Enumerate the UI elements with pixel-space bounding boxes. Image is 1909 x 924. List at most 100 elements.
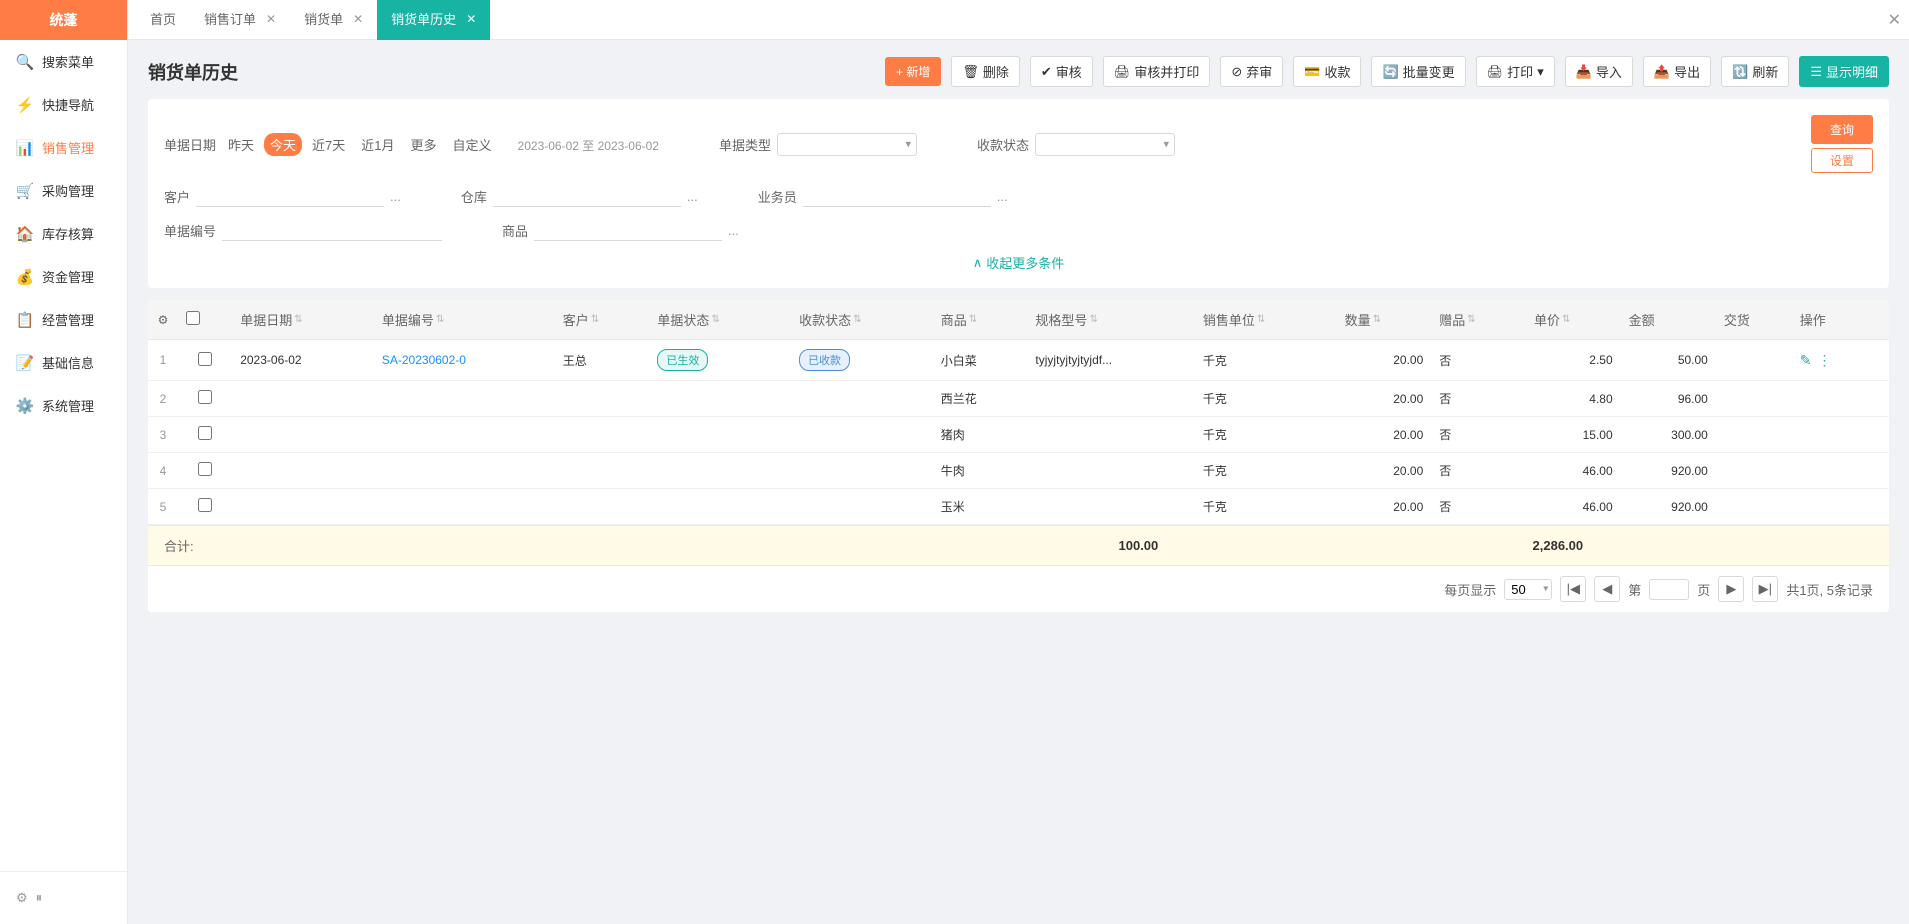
abandon-button[interactable]: ⊘ 弃审 [1220,56,1283,87]
sidebar-item-inventory[interactable]: 🏠 库存核算 [0,212,127,255]
sort-unit-price[interactable]: 单价⇅ [1534,310,1570,329]
cell-unit: 千克 [1195,489,1337,525]
customer-input[interactable] [196,185,384,207]
tab-home[interactable]: 首页 [136,0,190,40]
tab-sales-history-close[interactable]: ✕ [466,12,476,26]
doc-type-select[interactable] [777,133,917,156]
row-checkbox[interactable] [198,498,212,512]
tab-sales-goods[interactable]: 销货单 ✕ [290,0,377,40]
page-next-button[interactable]: ▶ [1718,576,1744,602]
print-button[interactable]: 🖨 打印 ▾ [1476,56,1555,87]
salesperson-select-icon[interactable]: ... [997,189,1008,204]
cell-doc-no[interactable] [374,381,555,417]
more-action-icon[interactable]: ⋮ [1818,352,1832,368]
warehouse-input[interactable] [493,185,681,207]
page-prev-button[interactable]: ◀ [1594,576,1620,602]
sidebar-item-ops[interactable]: 📋 经营管理 [0,298,127,341]
select-all-checkbox[interactable] [186,311,200,325]
sort-gift[interactable]: 赠品⇅ [1439,310,1475,329]
collect-status-badge: 已收款 [799,349,850,371]
row-checkbox[interactable] [178,489,232,525]
doc-no-input[interactable] [222,219,442,241]
sort-doc-no[interactable]: 单据编号⇅ [382,310,444,329]
import-button[interactable]: 📥 导入 [1565,56,1633,87]
show-detail-button[interactable]: ☰ 显示明细 [1799,56,1889,87]
batch-change-button[interactable]: 🔄 批量变更 [1371,56,1465,87]
row-checkbox[interactable] [198,462,212,476]
date-btn-today[interactable]: 今天 [264,133,302,156]
col-gear[interactable]: ⚙ [148,300,178,340]
page-first-button[interactable]: |◀ [1560,576,1586,602]
quick-nav-icon: ⚡ [16,96,34,114]
collect-button[interactable]: 💳 收款 [1293,56,1361,87]
row-checkbox[interactable] [198,352,212,366]
date-btn-custom[interactable]: 自定义 [447,133,498,156]
sidebar-item-sys-mgmt[interactable]: ⚙️ 系统管理 [0,384,127,427]
refresh-icon: 🔃 [1732,64,1748,80]
sort-qty[interactable]: 数量⇅ [1345,310,1381,329]
sidebar-item-search-menu[interactable]: 🔍 搜索菜单 [0,40,127,83]
tab-sales-order-close[interactable]: ✕ [266,12,276,26]
sidebar-item-quick-nav[interactable]: ⚡ 快捷导航 [0,83,127,126]
refresh-button[interactable]: 🔃 刷新 [1721,56,1789,87]
page-last-button[interactable]: ▶| [1752,576,1778,602]
salesperson-input[interactable] [803,185,991,207]
sort-unit[interactable]: 销售单位⇅ [1203,310,1265,329]
page-number-input[interactable]: 1 [1649,579,1689,600]
date-btn-1month[interactable]: 近1月 [355,133,400,156]
audit-button[interactable]: ✔ 审核 [1030,56,1093,87]
tab-sales-order[interactable]: 销售订单 ✕ [190,0,290,40]
col-goods-label: 商品 [941,310,967,329]
sort-doc-date[interactable]: 单据日期⇅ [240,310,302,329]
sort-spec[interactable]: 规格型号⇅ [1035,310,1097,329]
goods-input[interactable] [534,219,722,241]
close-all-tabs-icon[interactable]: ✕ [1888,10,1901,30]
row-checkbox[interactable] [198,390,212,404]
warehouse-select-icon[interactable]: ... [687,189,698,204]
sidebar-settings-bottom[interactable]: ⚙ ⏸ [0,882,127,914]
row-checkbox[interactable] [178,340,232,381]
cell-doc-no[interactable]: SA-20230602-0 [374,340,555,381]
collect-status-select[interactable] [1035,133,1175,156]
tab-sales-history[interactable]: 销货单历史 ✕ [377,0,490,40]
sidebar-item-purchase-mgmt[interactable]: 🛒 采购管理 [0,169,127,212]
add-button[interactable]: + 新增 [885,57,941,86]
tab-sales-goods-close[interactable]: ✕ [353,12,363,26]
row-checkbox[interactable] [178,381,232,417]
row-checkbox[interactable] [198,426,212,440]
cell-doc-no[interactable] [374,417,555,453]
col-qty: 数量⇅ [1337,300,1432,340]
sort-customer[interactable]: 客户⇅ [563,310,599,329]
audit-print-button[interactable]: 🖨 审核并打印 [1103,56,1211,87]
row-checkbox[interactable] [178,417,232,453]
customer-select-icon[interactable]: ... [390,189,401,204]
goods-select-icon[interactable]: ... [728,223,739,238]
cell-qty: 20.00 [1337,453,1432,489]
sort-collect-status[interactable]: 收款状态⇅ [799,310,861,329]
cell-actions [1792,489,1889,525]
date-btn-yesterday[interactable]: 昨天 [222,133,260,156]
export-button[interactable]: 📤 导出 [1643,56,1711,87]
query-button[interactable]: 查询 [1811,115,1873,144]
page-size-select[interactable]: 50 100 [1504,579,1552,600]
edit-action-icon[interactable]: ✎ [1800,352,1812,368]
cell-doc-no[interactable] [374,453,555,489]
date-btn-more[interactable]: 更多 [405,133,443,156]
sidebar-item-finance[interactable]: 💰 资金管理 [0,255,127,298]
row-checkbox[interactable] [178,453,232,489]
cell-goods: 牛肉 [933,453,1028,489]
cell-gift: 否 [1431,489,1526,525]
sort-doc-status[interactable]: 单据状态⇅ [657,310,719,329]
collapse-filter-button[interactable]: ∧ 收起更多条件 [164,253,1873,272]
sidebar-item-basic-info[interactable]: 📝 基础信息 [0,341,127,384]
delete-button[interactable]: 🗑 删除 [951,56,1020,87]
sidebar-item-sales-mgmt[interactable]: 📊 销售管理 [0,126,127,169]
col-checkbox[interactable] [178,300,232,340]
sort-goods[interactable]: 商品⇅ [941,310,977,329]
cell-doc-no[interactable] [374,489,555,525]
settings-filter-button[interactable]: 设置 [1811,148,1873,173]
cell-spec [1027,381,1194,417]
date-btn-7days[interactable]: 近7天 [306,133,351,156]
cell-transaction [1716,453,1792,489]
cell-gift: 否 [1431,381,1526,417]
